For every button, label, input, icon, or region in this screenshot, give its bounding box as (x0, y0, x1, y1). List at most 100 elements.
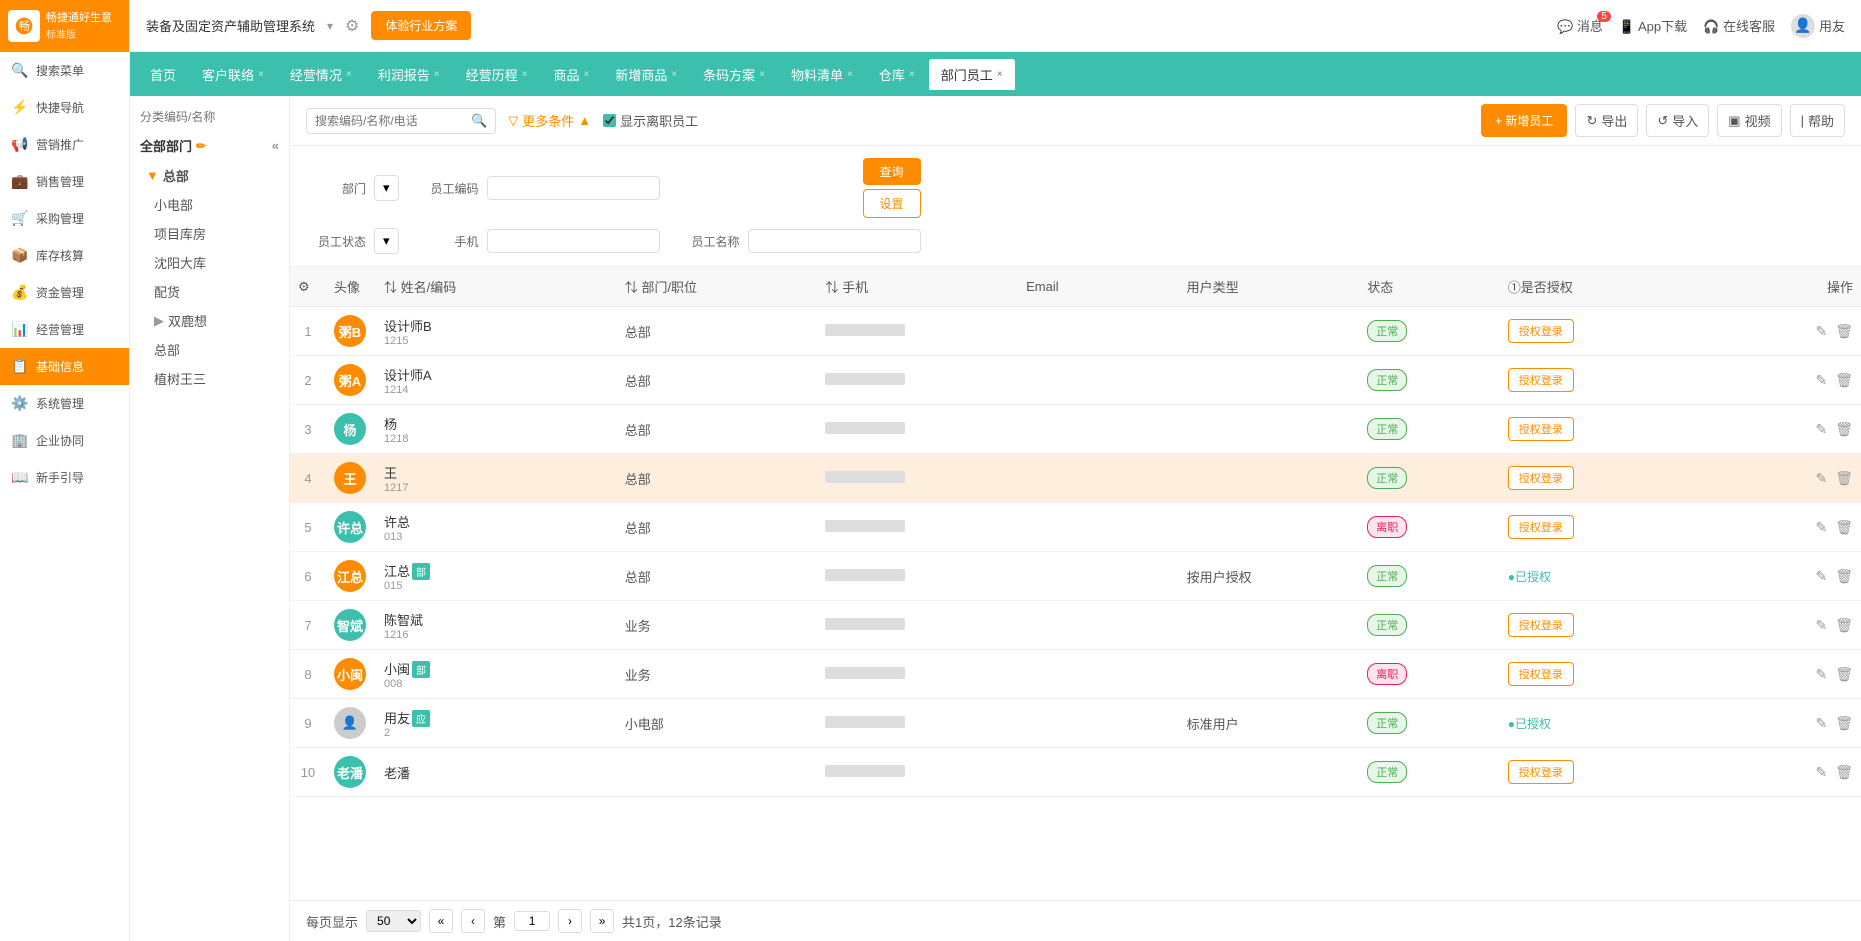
close-tab-icon[interactable]: × (909, 69, 915, 80)
close-tab-icon[interactable]: × (997, 69, 1003, 80)
sidebar-item-sales[interactable]: 💼 销售管理 (0, 163, 129, 200)
search-input[interactable] (315, 114, 465, 128)
delete-icon[interactable]: 🗑 (1835, 666, 1853, 683)
close-tab-icon[interactable]: × (434, 69, 440, 80)
edit-icon[interactable]: ✎ (1815, 715, 1827, 732)
authorize-button[interactable]: 授权登录 (1508, 319, 1574, 343)
tab-profit[interactable]: 利润报告× (366, 59, 452, 90)
authorize-button[interactable]: 授权登录 (1508, 515, 1574, 539)
delete-icon[interactable]: 🗑 (1835, 764, 1853, 781)
dept-item-zongbu[interactable]: ▼ 总部 (130, 161, 289, 190)
sidebar-item-marketing[interactable]: 📢 营销推广 (0, 126, 129, 163)
sidebar-item-operations[interactable]: 📊 经营管理 (0, 311, 129, 348)
tab-customers[interactable]: 客户联络× (190, 59, 276, 90)
sidebar-item-guide[interactable]: 📖 新手引导 (0, 459, 129, 496)
edit-icon[interactable]: ✎ (1815, 372, 1827, 389)
authorize-button[interactable]: 授权登录 (1508, 662, 1574, 686)
emp-status-select[interactable]: ▾ (374, 228, 399, 254)
delete-icon[interactable]: 🗑 (1835, 715, 1853, 732)
authorize-button[interactable]: 授权登录 (1508, 760, 1574, 784)
delete-icon[interactable]: 🗑 (1835, 617, 1853, 634)
dept-item-project[interactable]: 项目库房 (130, 219, 289, 248)
tab-barcode[interactable]: 条码方案× (691, 59, 777, 90)
help-button[interactable]: | 帮助 (1790, 104, 1845, 137)
tab-history[interactable]: 经营历程× (454, 59, 540, 90)
sidebar-item-purchase[interactable]: 🛒 采购管理 (0, 200, 129, 237)
dept-item-shenyang[interactable]: 沈阳大库 (130, 248, 289, 277)
emp-code-input[interactable] (487, 176, 660, 200)
emp-name-input[interactable] (748, 229, 921, 253)
trial-button[interactable]: 体验行业方案 (371, 11, 471, 40)
delete-icon[interactable]: 🗑 (1835, 323, 1853, 340)
edit-icon[interactable]: ✎ (1815, 617, 1827, 634)
import-button[interactable]: ↺ 导入 (1646, 104, 1709, 137)
dept-select[interactable]: ▾ (374, 175, 399, 201)
next-page-button[interactable]: › (558, 909, 582, 933)
close-tab-icon[interactable]: × (346, 69, 352, 80)
tab-home[interactable]: 首页 (138, 59, 188, 90)
dept-item-zhishu[interactable]: 植树王三 (130, 364, 289, 393)
th-name-code[interactable]: ⇅ 姓名/编码 (376, 267, 617, 307)
close-tab-icon[interactable]: × (522, 69, 528, 80)
last-page-button[interactable]: » (590, 909, 614, 933)
authorize-button[interactable]: 授权登录 (1508, 417, 1574, 441)
th-phone[interactable]: ⇅ 手机 (817, 267, 1018, 307)
edit-icon[interactable]: ✎ (1815, 764, 1827, 781)
dept-item-xiaodian[interactable]: 小电部 (130, 190, 289, 219)
authorize-button[interactable]: 授权登录 (1508, 368, 1574, 392)
tab-employees[interactable]: 部门员工× (929, 59, 1015, 90)
tab-bom[interactable]: 物料清单× (779, 59, 865, 90)
sidebar-item-system[interactable]: ⚙️ 系统管理 (0, 385, 129, 422)
app-download-link[interactable]: 📱 App下载 (1619, 16, 1687, 35)
delete-icon[interactable]: 🗑 (1835, 421, 1853, 438)
user-avatar-area[interactable]: 👤 用友 (1791, 14, 1845, 38)
sidebar-item-inventory[interactable]: 📦 库存核算 (0, 237, 129, 274)
phone-input[interactable] (487, 229, 660, 253)
close-tab-icon[interactable]: × (847, 69, 853, 80)
sidebar-item-basic-info[interactable]: 📋 基础信息 (0, 348, 129, 385)
settings-icon[interactable]: ⚙ (345, 16, 359, 36)
edit-icon[interactable]: ✎ (1815, 568, 1827, 585)
delete-icon[interactable]: 🗑 (1835, 372, 1853, 389)
per-page-select[interactable]: 50 100 (366, 910, 421, 932)
edit-icon[interactable]: ✎ (1815, 323, 1827, 340)
view-button[interactable]: ▣ 视频 (1717, 104, 1781, 137)
authorize-button[interactable]: 授权登录 (1508, 613, 1574, 637)
tab-operations[interactable]: 经营情况× (278, 59, 364, 90)
edit-icon[interactable]: ✎ (1815, 470, 1827, 487)
tab-warehouse[interactable]: 仓库× (867, 59, 927, 90)
sidebar-item-finance[interactable]: 💰 资金管理 (0, 274, 129, 311)
set-button[interactable]: 设置 (863, 189, 921, 218)
th-dept-position[interactable]: ⇅ 部门/职位 (617, 267, 818, 307)
close-tab-icon[interactable]: × (759, 69, 765, 80)
delete-icon[interactable]: 🗑 (1835, 519, 1853, 536)
tab-new-goods[interactable]: 新增商品× (603, 59, 689, 90)
dept-search-input[interactable] (140, 110, 290, 124)
add-employee-button[interactable]: + 新增员工 (1481, 104, 1567, 137)
export-button[interactable]: ↻ 导出 (1575, 104, 1638, 137)
page-number-input[interactable] (514, 911, 550, 931)
tab-goods[interactable]: 商品× (541, 59, 601, 90)
sidebar-item-quick-nav[interactable]: ⚡ 快捷导航 (0, 89, 129, 126)
more-conditions-btn[interactable]: ▽ 更多条件 ▲ (508, 111, 591, 130)
message-area[interactable]: 💬 消息 5 (1557, 16, 1603, 35)
show-resigned-checkbox[interactable] (603, 114, 616, 127)
authorize-button[interactable]: 授权登录 (1508, 466, 1574, 490)
dept-item-zongbu2[interactable]: 总部 (130, 335, 289, 364)
query-button[interactable]: 查询 (863, 158, 921, 185)
th-settings[interactable]: ⚙ (290, 267, 326, 307)
sidebar-item-search[interactable]: 🔍 搜索菜单 (0, 52, 129, 89)
dept-collapse-icon[interactable]: « (272, 138, 279, 153)
dropdown-arrow-icon[interactable]: ▾ (327, 19, 333, 33)
close-tab-icon[interactable]: × (258, 69, 264, 80)
dept-item-peihuo[interactable]: 配货 (130, 277, 289, 306)
edit-icon[interactable]: ✎ (1815, 519, 1827, 536)
delete-icon[interactable]: 🗑 (1835, 470, 1853, 487)
first-page-button[interactable]: « (429, 909, 453, 933)
edit-icon[interactable]: ✎ (1815, 421, 1827, 438)
delete-icon[interactable]: 🗑 (1835, 568, 1853, 585)
dept-item-shuanglu[interactable]: ▶ 双鹿想 (130, 306, 289, 335)
edit-icon[interactable]: ✎ (1815, 666, 1827, 683)
close-tab-icon[interactable]: × (671, 69, 677, 80)
prev-page-button[interactable]: ‹ (461, 909, 485, 933)
